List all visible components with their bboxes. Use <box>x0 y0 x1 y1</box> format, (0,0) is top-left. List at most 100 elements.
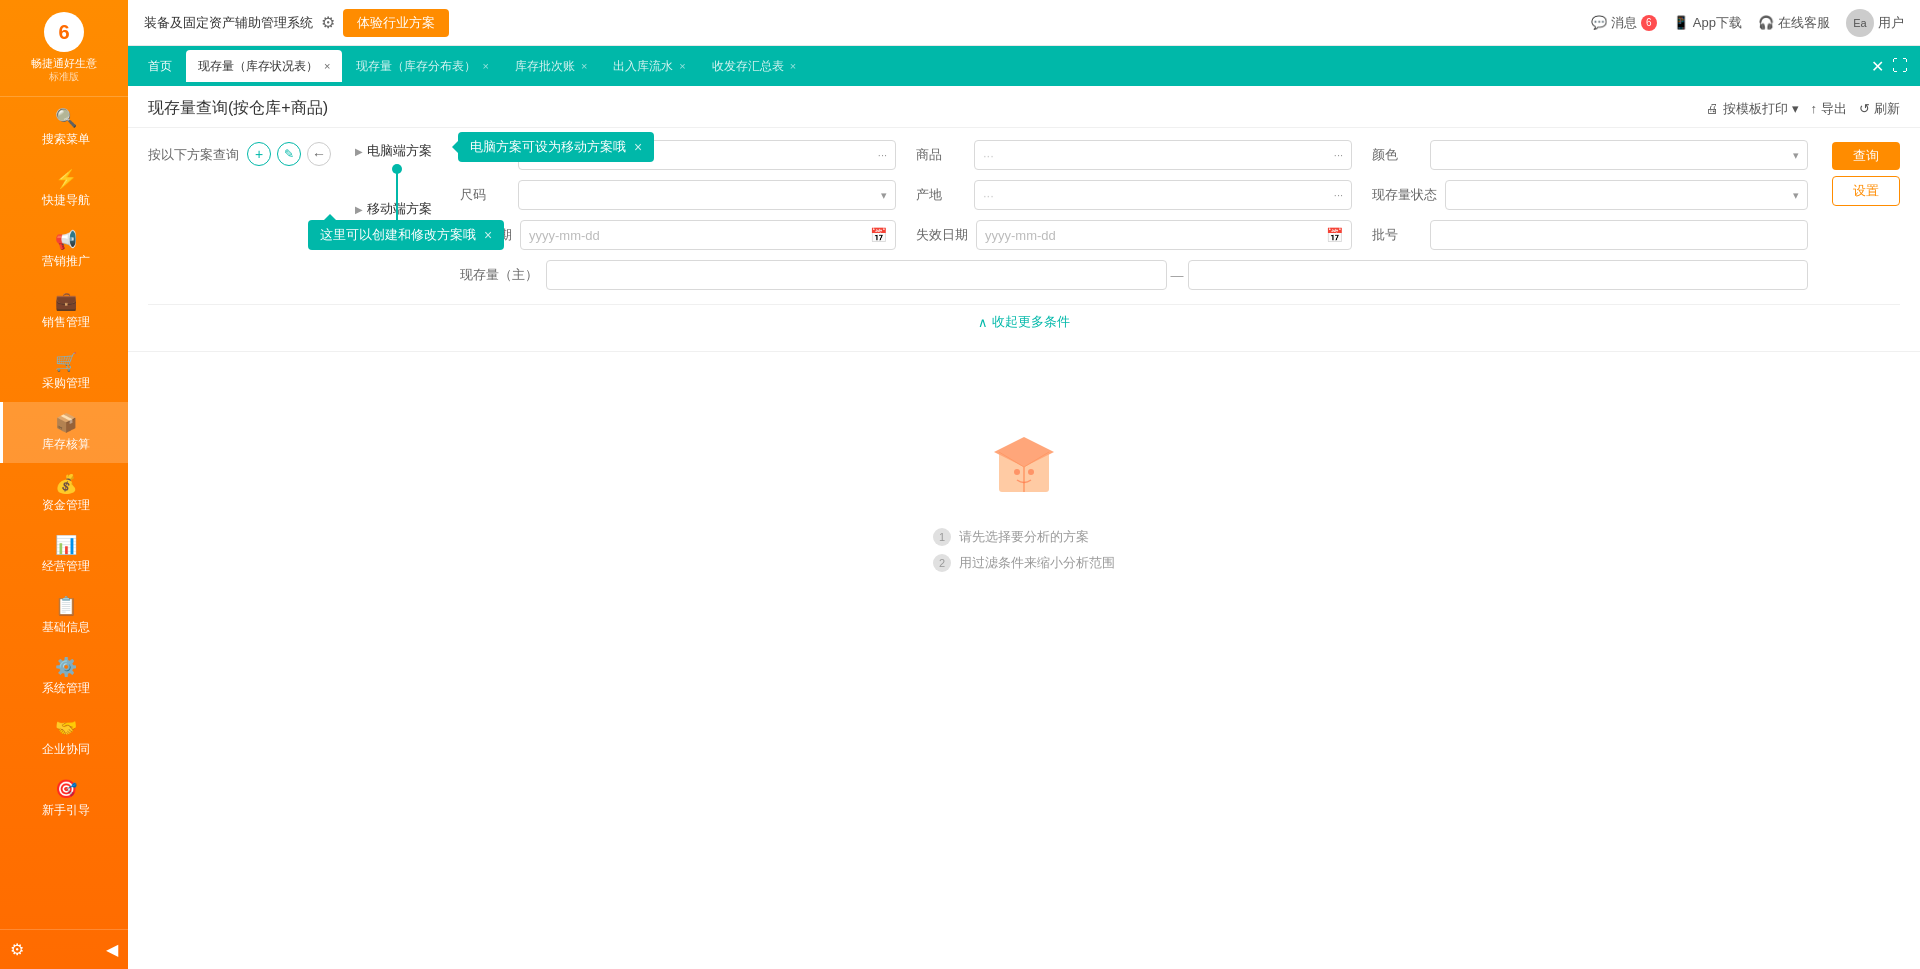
phone-icon: 📱 <box>1673 15 1689 30</box>
setting-button[interactable]: 设置 <box>1832 176 1900 206</box>
scheme-item-mobile[interactable]: ▶ 移动端方案 <box>355 200 432 218</box>
filter-row3: 生产日期 yyyy-mm-dd 📅 失效日期 yyyy-mm-dd 📅 <box>460 220 1808 250</box>
tab-collect[interactable]: 收发存汇总表 × <box>700 50 808 82</box>
tab-collect-close[interactable]: × <box>790 60 796 72</box>
tab-batch-close[interactable]: × <box>581 60 587 72</box>
purchase-icon: 🛒 <box>55 351 77 373</box>
page-header: 现存量查询(按仓库+商品) 🖨 按模板打印 ▾ ↑ 导出 ↺ 刷新 <box>128 86 1920 128</box>
scheme-arrow-button[interactable]: ← <box>307 142 331 166</box>
sidebar-item-quick[interactable]: ⚡ 快捷导航 <box>0 158 128 219</box>
empty-steps: 1 请先选择要分析的方案 2 用过滤条件来缩小分析范围 <box>933 528 1115 572</box>
tabbar: 首页 现存量（库存状况表） × 现存量（库存分布表） × 库存批次账 × 出入库… <box>128 46 1920 86</box>
sidebar-item-basic[interactable]: 📋 基础信息 <box>0 585 128 646</box>
sidebar-item-enterprise[interactable]: 🤝 企业协同 <box>0 707 128 768</box>
edit-scheme-button[interactable]: ✎ <box>277 142 301 166</box>
online-support-label: 在线客服 <box>1778 14 1830 32</box>
message-button[interactable]: 💬 消息 6 <box>1591 14 1657 32</box>
scheme-item-desktop[interactable]: ▶ 电脑端方案 <box>355 142 432 160</box>
empty-step-1: 1 请先选择要分析的方案 <box>933 528 1115 546</box>
refresh-button[interactable]: ↺ 刷新 <box>1859 100 1900 118</box>
tab-batch[interactable]: 库存批次账 × <box>503 50 599 82</box>
tab-inventory-status[interactable]: 现存量（库存状况表） × <box>186 50 342 82</box>
sidebar-item-sales[interactable]: 💼 销售管理 <box>0 280 128 341</box>
svg-point-2 <box>1028 469 1034 475</box>
stock-status-select[interactable]: ▾ <box>1445 180 1808 210</box>
batch-no-input[interactable] <box>1430 220 1808 250</box>
prod-date-input[interactable]: yyyy-mm-dd 📅 <box>520 220 896 250</box>
add-scheme-button[interactable]: + <box>247 142 271 166</box>
sidebar-item-system[interactable]: ⚙️ 系统管理 <box>0 646 128 707</box>
sales-icon: 💼 <box>55 290 77 312</box>
tab-inventory-dist-close[interactable]: × <box>482 60 488 72</box>
color-label: 颜色 <box>1372 146 1422 164</box>
expire-date-input[interactable]: yyyy-mm-dd 📅 <box>976 220 1352 250</box>
tooltip2-close[interactable]: × <box>484 227 492 243</box>
tab-inventory-dist[interactable]: 现存量（库存分布表） × <box>344 50 500 82</box>
sidebar-item-operations[interactable]: 📊 经营管理 <box>0 524 128 585</box>
message-label: 消息 <box>1611 14 1637 32</box>
sidebar-item-search[interactable]: 🔍 搜索菜单 <box>0 97 128 158</box>
field-origin: 产地 ··· ··· <box>916 180 1352 210</box>
operations-icon: 📊 <box>55 534 77 556</box>
scheme-arrow-mobile: ▶ <box>355 204 363 215</box>
stock-main-to[interactable] <box>1188 260 1809 290</box>
size-select[interactable]: ▾ <box>518 180 896 210</box>
tooltip1-close[interactable]: × <box>634 139 642 155</box>
export-button[interactable]: ↑ 导出 <box>1811 100 1848 118</box>
tab-home[interactable]: 首页 <box>136 50 184 82</box>
sidebar-label-inventory: 库存核算 <box>42 436 90 453</box>
user-menu[interactable]: Ea 用户 <box>1846 9 1904 37</box>
tab-close-all-button[interactable]: ✕ <box>1871 57 1884 76</box>
trial-button[interactable]: 体验行业方案 <box>343 9 449 37</box>
export-label: 导出 <box>1821 100 1847 118</box>
topbar-settings-icon[interactable]: ⚙ <box>321 13 335 32</box>
query-button[interactable]: 查询 <box>1832 142 1900 170</box>
sidebar-label-marketing: 营销推广 <box>42 253 90 270</box>
svg-point-1 <box>1014 469 1020 475</box>
sidebar-item-inventory[interactable]: 📦 库存核算 <box>0 402 128 463</box>
sidebar-item-marketing[interactable]: 📢 营销推广 <box>0 219 128 280</box>
scheme-controls: + ✎ ← <box>247 142 331 166</box>
sidebar-label-enterprise: 企业协同 <box>42 741 90 758</box>
expire-date-label: 失效日期 <box>916 226 968 244</box>
stock-main-from[interactable] <box>546 260 1167 290</box>
print-button[interactable]: 🖨 按模板打印 ▾ <box>1706 100 1799 118</box>
sidebar-item-finance[interactable]: 💰 资金管理 <box>0 463 128 524</box>
prod-date-placeholder: yyyy-mm-dd <box>529 228 600 243</box>
sidebar-settings-button[interactable]: ⚙ <box>10 940 24 959</box>
batch-no-label: 批号 <box>1372 226 1422 244</box>
collapse-bar[interactable]: ∧ 收起更多条件 <box>148 304 1900 339</box>
topbar-left: 装备及固定资产辅助管理系统 ⚙ 体验行业方案 <box>144 9 449 37</box>
filter-label: 按以下方案查询 <box>148 146 239 164</box>
empty-step2-text: 用过滤条件来缩小分析范围 <box>959 554 1115 572</box>
main-area: 装备及固定资产辅助管理系统 ⚙ 体验行业方案 💬 消息 6 📱 App下载 🎧 … <box>128 0 1920 969</box>
app-download-button[interactable]: 📱 App下载 <box>1673 14 1742 32</box>
origin-input[interactable]: ··· ··· <box>974 180 1352 210</box>
sidebar-item-guide[interactable]: 🎯 新手引导 <box>0 768 128 829</box>
sidebar-collapse-button[interactable]: ◀ <box>106 940 118 959</box>
sidebar-label-basic: 基础信息 <box>42 619 90 636</box>
collapse-up-icon: ∧ <box>978 315 988 330</box>
marketing-icon: 📢 <box>55 229 77 251</box>
online-support-button[interactable]: 🎧 在线客服 <box>1758 14 1830 32</box>
tab-fullscreen-button[interactable]: ⛶ <box>1892 57 1908 75</box>
empty-illustration <box>974 412 1074 512</box>
sidebar-footer: ⚙ ◀ <box>0 929 128 969</box>
logo-badge: 标准版 <box>49 70 79 84</box>
refresh-label: 刷新 <box>1874 100 1900 118</box>
stock-main-label: 现存量（主） <box>460 266 538 284</box>
goods-input[interactable]: ··· ··· <box>974 140 1352 170</box>
tab-batch-label: 库存批次账 <box>515 58 575 75</box>
sidebar-item-purchase[interactable]: 🛒 采购管理 <box>0 341 128 402</box>
field-goods: 商品 ··· ··· <box>916 140 1352 170</box>
sidebar-label-quick: 快捷导航 <box>42 192 90 209</box>
collapse-label: 收起更多条件 <box>992 313 1070 331</box>
tab-inout-close[interactable]: × <box>679 60 685 72</box>
headset-icon: 🎧 <box>1758 15 1774 30</box>
color-select[interactable]: ▾ <box>1430 140 1808 170</box>
tab-inventory-status-close[interactable]: × <box>324 60 330 72</box>
range-separator: — <box>1171 268 1184 283</box>
stock-status-label: 现存量状态 <box>1372 186 1437 204</box>
page-actions: 🖨 按模板打印 ▾ ↑ 导出 ↺ 刷新 <box>1706 100 1901 118</box>
tab-inout[interactable]: 出入库流水 × <box>601 50 697 82</box>
